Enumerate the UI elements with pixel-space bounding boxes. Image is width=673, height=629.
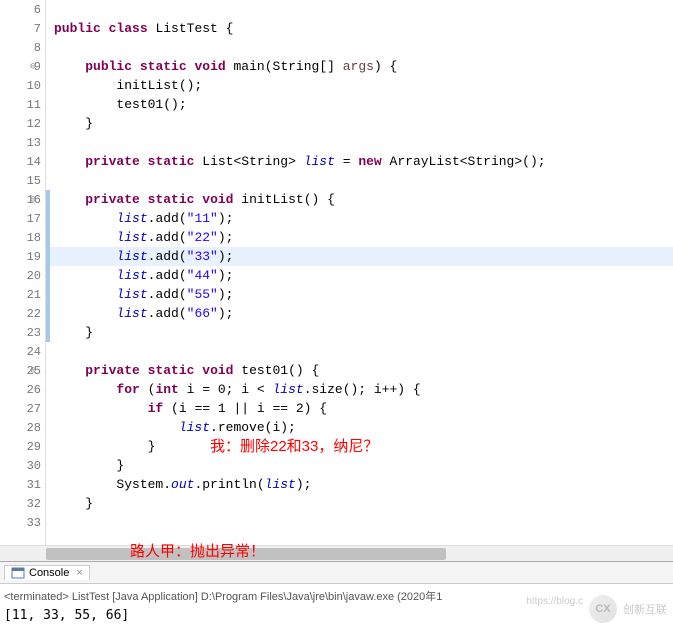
line-number[interactable]: 13 xyxy=(0,133,45,152)
code-line[interactable]: list.add("11"); xyxy=(50,209,673,228)
code-line[interactable]: } xyxy=(50,323,673,342)
code-line[interactable]: } xyxy=(50,114,673,133)
line-number[interactable]: 11 xyxy=(0,95,45,114)
code-line[interactable]: list.add("44"); xyxy=(50,266,673,285)
line-number[interactable]: 26 xyxy=(0,380,45,399)
fold-toggle-icon[interactable]: ⊖ xyxy=(30,194,36,206)
code-line[interactable]: if (i == 1 || i == 2) { xyxy=(50,399,673,418)
line-number[interactable]: 8 xyxy=(0,38,45,57)
line-number[interactable]: 10 xyxy=(0,76,45,95)
line-number[interactable]: 21 xyxy=(0,285,45,304)
code-line[interactable]: for (int i = 0; i < list.size(); i++) { xyxy=(50,380,673,399)
code-line[interactable]: } 我：删除22和33，纳尼？ xyxy=(50,437,673,456)
code-line[interactable]: } xyxy=(50,494,673,513)
code-editor[interactable]: 6789⊖10111213141516⊖171819202122232425⊖2… xyxy=(0,0,673,545)
code-line[interactable]: System.out.println(list); xyxy=(50,475,673,494)
line-number[interactable]: 28 xyxy=(0,418,45,437)
line-number[interactable]: 14 xyxy=(0,152,45,171)
code-line[interactable]: private static void test01() { xyxy=(50,361,673,380)
annotation-comment: 我：删除22和33，纳尼？ xyxy=(210,435,378,456)
line-number[interactable]: 27 xyxy=(0,399,45,418)
code-line[interactable]: private static List<String> list = new A… xyxy=(50,152,673,171)
console-tab-bar: Console × xyxy=(0,562,673,584)
horizontal-scrollbar[interactable]: 路人甲：抛出异常！ xyxy=(0,545,673,561)
console-panel: Console × <terminated> ListTest [Java Ap… xyxy=(0,561,673,625)
code-line[interactable] xyxy=(50,513,673,532)
code-line[interactable]: list.add("55"); xyxy=(50,285,673,304)
line-number[interactable]: 33 xyxy=(0,513,45,532)
code-line[interactable] xyxy=(50,0,673,19)
line-number[interactable]: 30 xyxy=(0,456,45,475)
code-line[interactable]: list.remove(i); xyxy=(50,418,673,437)
console-output: [11, 33, 55, 66] xyxy=(4,606,669,623)
code-line[interactable]: } xyxy=(50,456,673,475)
line-number[interactable]: 25⊖ xyxy=(0,361,45,380)
line-number[interactable]: 6 xyxy=(0,0,45,19)
code-line[interactable]: test01(); xyxy=(50,95,673,114)
line-number[interactable]: 18 xyxy=(0,228,45,247)
line-number[interactable]: 16⊖ xyxy=(0,190,45,209)
line-number[interactable]: 15 xyxy=(0,171,45,190)
code-line[interactable]: list.add("22"); xyxy=(50,228,673,247)
console-tab[interactable]: Console × xyxy=(4,565,90,580)
code-line-current[interactable]: list.add("33"); xyxy=(50,247,673,266)
code-line[interactable]: list.add("66"); xyxy=(50,304,673,323)
scrollbar-thumb[interactable] xyxy=(46,548,446,560)
line-number[interactable]: 19 xyxy=(0,247,45,266)
line-number[interactable]: 23 xyxy=(0,323,45,342)
line-number[interactable]: 32 xyxy=(0,494,45,513)
code-line[interactable] xyxy=(50,171,673,190)
line-number[interactable]: 7 xyxy=(0,19,45,38)
line-number[interactable]: 17 xyxy=(0,209,45,228)
fold-toggle-icon[interactable]: ⊖ xyxy=(30,61,36,73)
fold-toggle-icon[interactable]: ⊖ xyxy=(30,365,36,377)
code-line[interactable] xyxy=(50,38,673,57)
code-line[interactable] xyxy=(50,133,673,152)
console-tab-label: Console xyxy=(29,567,69,579)
code-line[interactable]: initList(); xyxy=(50,76,673,95)
code-line[interactable] xyxy=(50,342,673,361)
code-line[interactable]: public class ListTest { xyxy=(50,19,673,38)
line-number[interactable]: 29 xyxy=(0,437,45,456)
line-number[interactable]: 9⊖ xyxy=(0,57,45,76)
line-number[interactable]: 12 xyxy=(0,114,45,133)
line-number[interactable]: 24 xyxy=(0,342,45,361)
line-number[interactable]: 20 xyxy=(0,266,45,285)
console-status: <terminated> ListTest [Java Application]… xyxy=(4,586,669,606)
line-number[interactable]: 22 xyxy=(0,304,45,323)
line-number[interactable]: 31 xyxy=(0,475,45,494)
line-number-gutter[interactable]: 6789⊖10111213141516⊖171819202122232425⊖2… xyxy=(0,0,46,545)
code-content[interactable]: public class ListTest { public static vo… xyxy=(50,0,673,545)
code-line[interactable]: private static void initList() { xyxy=(50,190,673,209)
console-body: <terminated> ListTest [Java Application]… xyxy=(0,584,673,625)
close-icon[interactable]: × xyxy=(76,567,82,579)
console-icon xyxy=(11,567,25,579)
code-line[interactable]: public static void main(String[] args) { xyxy=(50,57,673,76)
